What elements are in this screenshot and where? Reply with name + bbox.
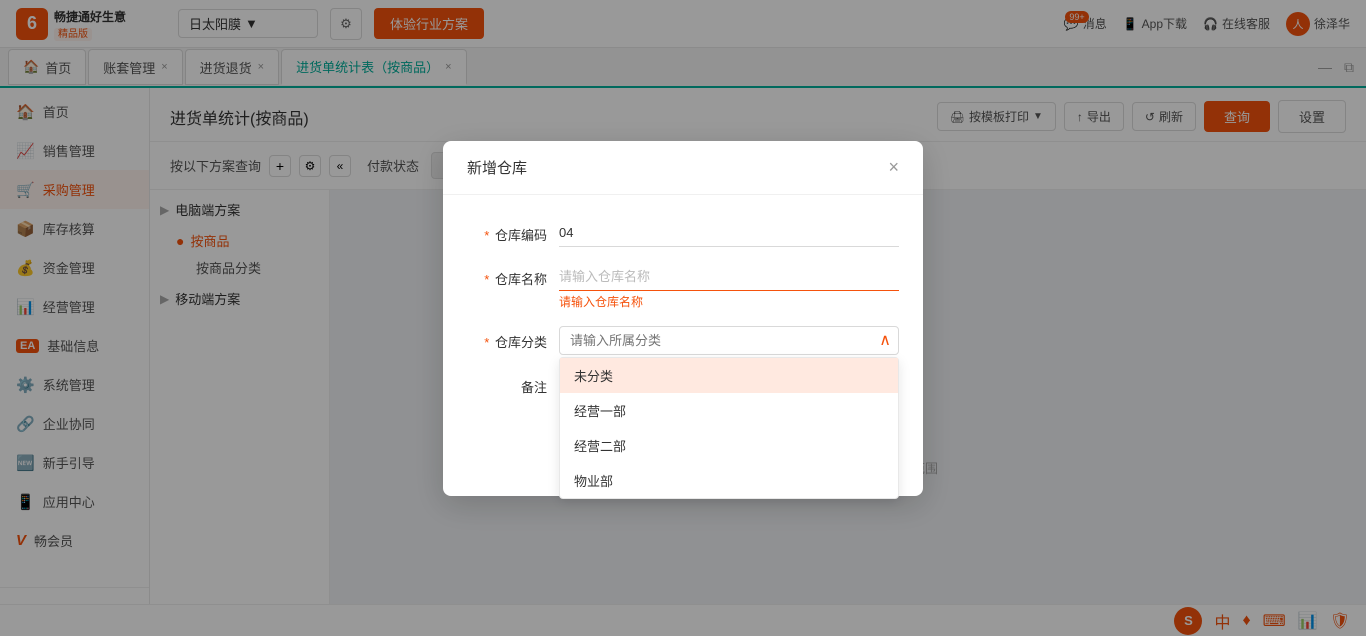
modal-close-button[interactable]: × bbox=[888, 157, 899, 178]
name-label-text: 仓库名称 bbox=[495, 272, 547, 287]
name-error-msg: 请输入仓库名称 bbox=[559, 293, 899, 310]
code-label-text: 仓库编码 bbox=[495, 228, 547, 243]
form-row-code: * 仓库编码 bbox=[467, 219, 899, 247]
name-input[interactable] bbox=[559, 263, 899, 291]
dropdown-item-1[interactable]: 经营一部 bbox=[560, 393, 898, 428]
classify-input[interactable] bbox=[559, 326, 899, 355]
code-label: * 仓库编码 bbox=[467, 219, 547, 244]
modal-body: * 仓库编码 * 仓库名称 请输入仓库名称 * bbox=[443, 195, 923, 431]
name-label: * 仓库名称 bbox=[467, 263, 547, 288]
form-row-name: * 仓库名称 请输入仓库名称 bbox=[467, 263, 899, 310]
required-star-classify: * bbox=[484, 335, 489, 350]
modal-title: 新增仓库 bbox=[467, 157, 527, 178]
note-label-text: 备注 bbox=[521, 380, 547, 395]
code-input[interactable] bbox=[559, 219, 899, 247]
classify-label-text: 仓库分类 bbox=[495, 335, 547, 350]
modal-overlay: 新增仓库 × * 仓库编码 * 仓库名称 请输入仓库名称 bbox=[0, 0, 1366, 636]
dropdown-item-3[interactable]: 物业部 bbox=[560, 463, 898, 498]
dropdown-item-2[interactable]: 经营二部 bbox=[560, 428, 898, 463]
dropdown-item-0[interactable]: 未分类 bbox=[560, 358, 898, 393]
classify-dropdown: 未分类 经营一部 经营二部 物业部 bbox=[559, 357, 899, 499]
note-label: 备注 bbox=[467, 371, 547, 396]
required-star-name: * bbox=[484, 272, 489, 287]
classify-label: * 仓库分类 bbox=[467, 326, 547, 351]
new-warehouse-modal: 新增仓库 × * 仓库编码 * 仓库名称 请输入仓库名称 bbox=[443, 141, 923, 496]
required-star: * bbox=[484, 228, 489, 243]
form-row-classify: * 仓库分类 ∧ 未分类 经营一部 经营二部 物业部 bbox=[467, 326, 899, 355]
name-input-wrapper: 请输入仓库名称 bbox=[559, 263, 899, 310]
classify-wrapper: ∧ 未分类 经营一部 经营二部 物业部 bbox=[559, 326, 899, 355]
modal-header: 新增仓库 × bbox=[443, 141, 923, 195]
